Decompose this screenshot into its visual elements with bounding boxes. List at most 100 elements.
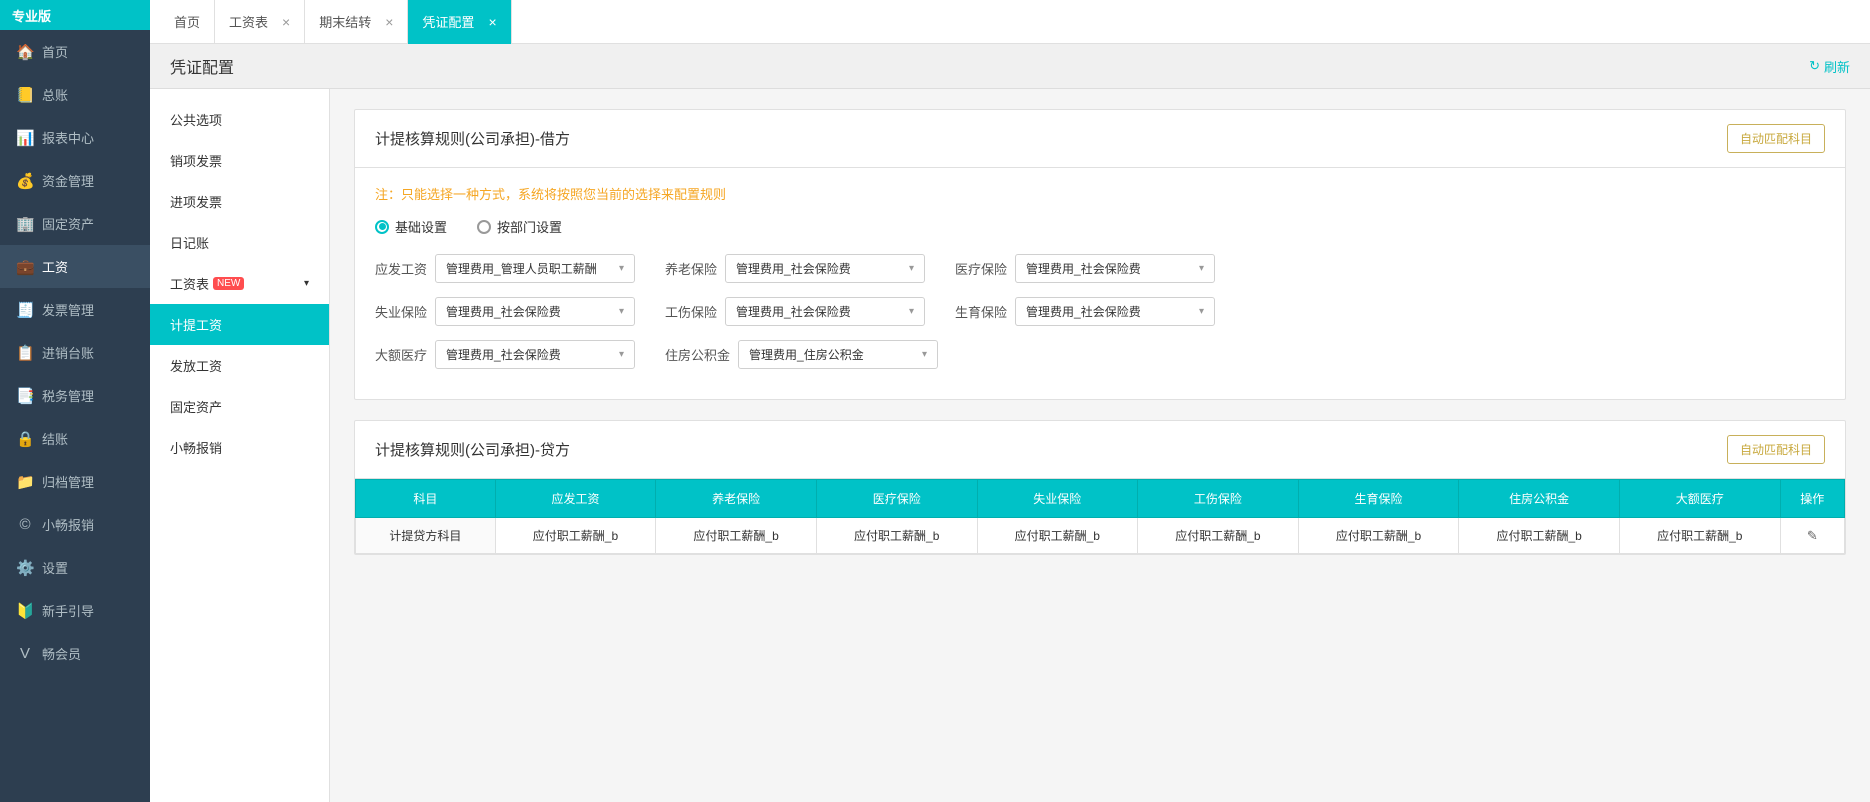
close-icon: 🔒 [16,430,34,448]
ledger-icon: 📒 [16,86,34,104]
sidebar-item-close[interactable]: 🔒 结账 [0,417,150,460]
field-shiye-value: 管理费用_社会保险费 [446,303,561,320]
tab-home[interactable]: 首页 [160,0,215,44]
refresh-icon: ↻ [1809,58,1820,74]
assets-icon: 🏢 [16,215,34,233]
radio-basic-circle [375,220,389,234]
chevron-down-icon8: ▾ [922,349,927,360]
main-area: 首页 工资表 × 期末结转 × 凭证配置 × 凭证配置 ↻ 刷新 公共选项 [150,0,1870,802]
settings-icon: ⚙️ [16,559,34,577]
section-debit-body: 注：只能选择一种方式，系统将按照您当前的选择来配置规则 基础设置 按部门设置 [355,168,1845,399]
section-credit-header: 计提核算规则(公司承担)-贷方 自动匹配科目 [355,421,1845,479]
sidebar-item-xiaochang[interactable]: © 小畅报销 [0,503,150,546]
tab-voucher-config[interactable]: 凭证配置 × [408,0,511,44]
sidebar-item-settings[interactable]: ⚙️ 设置 [0,546,150,589]
leftnav-journal[interactable]: 日记账 [150,222,329,263]
radio-group: 基础设置 按部门设置 [375,217,1825,236]
sidebar-item-funds[interactable]: 💰 资金管理 [0,159,150,202]
field-shengyu-select[interactable]: 管理费用_社会保险费 ▾ [1015,297,1215,326]
field-yiliao-select[interactable]: 管理费用_社会保险费 ▾ [1015,254,1215,283]
table-row: 计提贷方科目 应付职工薪酬_b 应付职工薪酬_b 应付职工薪酬_b 应付职工薪酬… [356,518,1845,554]
radio-basic[interactable]: 基础设置 [375,217,447,236]
field-yingfa-select[interactable]: 管理费用_管理人员职工薪酬 ▾ [435,254,635,283]
radio-dept-circle [477,220,491,234]
tab-payroll-close[interactable]: × [282,14,290,30]
field-zhufang: 住房公积金 管理费用_住房公积金 ▾ [665,340,938,369]
th-daeyiliao: 大额医疗 [1619,480,1780,518]
chevron-down-icon5: ▾ [909,306,914,317]
salary-icon: 💼 [16,258,34,276]
field-yanglao-value: 管理费用_社会保险费 [736,260,851,277]
page-title: 凭证配置 [170,54,234,78]
field-shiye-select[interactable]: 管理费用_社会保险费 ▾ [435,297,635,326]
radio-dept[interactable]: 按部门设置 [477,217,562,236]
field-gongshang: 工伤保险 管理费用_社会保险费 ▾ [665,297,925,326]
chevron-down-icon3: ▾ [1199,263,1204,274]
sidebar-item-archive[interactable]: 📁 归档管理 [0,460,150,503]
edit-icon[interactable]: ✎ [1807,528,1818,543]
field-daeyiliao-label: 大额医疗 [375,345,427,364]
sidebar-item-guide[interactable]: 🔰 新手引导 [0,589,150,632]
field-row-2: 失业保险 管理费用_社会保险费 ▾ 工伤保险 管理费用_社会保险费 ▾ [375,297,1825,326]
field-gongshang-label: 工伤保险 [665,302,717,321]
chevron-down-icon: ▾ [304,278,309,289]
auto-match-debit-button[interactable]: 自动匹配科目 [1727,124,1825,153]
td-edit[interactable]: ✎ [1780,518,1844,554]
refresh-button[interactable]: ↻ 刷新 [1809,57,1850,76]
field-gongshang-select[interactable]: 管理费用_社会保险费 ▾ [725,297,925,326]
sidebar-item-assets[interactable]: 🏢 固定资产 [0,202,150,245]
sidebar-item-home[interactable]: 🏠 首页 [0,30,150,73]
td-zhufang: 应付职工薪酬_b [1459,518,1620,554]
tab-payroll[interactable]: 工资表 × [215,0,305,44]
field-daeyiliao-select[interactable]: 管理费用_社会保险费 ▾ [435,340,635,369]
th-shengyu: 生育保险 [1298,480,1459,518]
sidebar-item-reports[interactable]: 📊 报表中心 [0,116,150,159]
sidebar-item-invoice[interactable]: 🧾 发票管理 [0,288,150,331]
brand-label: 专业版 [0,0,150,30]
auto-match-credit-button[interactable]: 自动匹配科目 [1727,435,1825,464]
field-shengyu-label: 生育保险 [955,302,1007,321]
td-gongshang: 应付职工薪酬_b [1138,518,1299,554]
chevron-down-icon2: ▾ [909,263,914,274]
tab-period-close-btn[interactable]: × [385,14,393,30]
th-action: 操作 [1780,480,1844,518]
chevron-down-icon: ▾ [619,263,624,274]
leftnav-payroll-table[interactable]: 工资表 NEW ▾ [150,263,329,304]
section-debit: 计提核算规则(公司承担)-借方 自动匹配科目 注：只能选择一种方式，系统将按照您… [354,109,1846,400]
section-credit: 计提核算规则(公司承担)-贷方 自动匹配科目 科目 应发工资 养老保险 医疗保险… [354,420,1846,555]
tab-period-close[interactable]: 期末结转 × [305,0,408,44]
leftnav-input-invoice[interactable]: 进项发票 [150,181,329,222]
section-credit-body: 科目 应发工资 养老保险 医疗保险 失业保险 工伤保险 生育保险 住房公积金 大… [355,479,1845,554]
sidebar-item-member[interactable]: V 畅会员 [0,632,150,675]
sidebar-item-tax[interactable]: 📑 税务管理 [0,374,150,417]
invoice-icon: 🧾 [16,301,34,319]
field-yanglao-select[interactable]: 管理费用_社会保险费 ▾ [725,254,925,283]
left-nav: 公共选项 销项发票 进项发票 日记账 工资表 NEW ▾ 计提工资 发放工资 [150,89,330,802]
td-yiliao: 应付职工薪酬_b [816,518,977,554]
field-yingfa: 应发工资 管理费用_管理人员职工薪酬 ▾ [375,254,635,283]
leftnav-public-options[interactable]: 公共选项 [150,99,329,140]
field-yanglao: 养老保险 管理费用_社会保险费 ▾ [665,254,925,283]
field-yiliao-label: 医疗保险 [955,259,1007,278]
chevron-down-icon6: ▾ [1199,306,1204,317]
section-credit-title: 计提核算规则(公司承担)-贷方 [375,439,570,460]
sidebar-item-trade[interactable]: 📋 进销台账 [0,331,150,374]
sidebar: 专业版 🏠 首页 📒 总账 📊 报表中心 💰 资金管理 🏢 固定资产 💼 工资 … [0,0,150,802]
leftnav-issue-salary[interactable]: 发放工资 [150,345,329,386]
leftnav-calc-salary[interactable]: 计提工资 [150,304,329,345]
field-shiye: 失业保险 管理费用_社会保险费 ▾ [375,297,635,326]
th-subject: 科目 [356,480,496,518]
tab-voucher-close[interactable]: × [488,14,496,30]
page-header: 凭证配置 ↻ 刷新 [150,44,1870,89]
leftnav-cancel-invoice[interactable]: 销项发票 [150,140,329,181]
sidebar-item-ledger[interactable]: 📒 总账 [0,73,150,116]
leftnav-xiaochang-expense[interactable]: 小畅报销 [150,427,329,468]
trade-icon: 📋 [16,344,34,362]
td-yanglao: 应付职工薪酬_b [656,518,817,554]
field-zhufang-select[interactable]: 管理费用_住房公积金 ▾ [738,340,938,369]
new-badge: NEW [213,277,244,290]
leftnav-fixed-assets[interactable]: 固定资产 [150,386,329,427]
guide-icon: 🔰 [16,602,34,620]
field-daeyiliao: 大额医疗 管理费用_社会保险费 ▾ [375,340,635,369]
sidebar-item-salary[interactable]: 💼 工资 [0,245,150,288]
